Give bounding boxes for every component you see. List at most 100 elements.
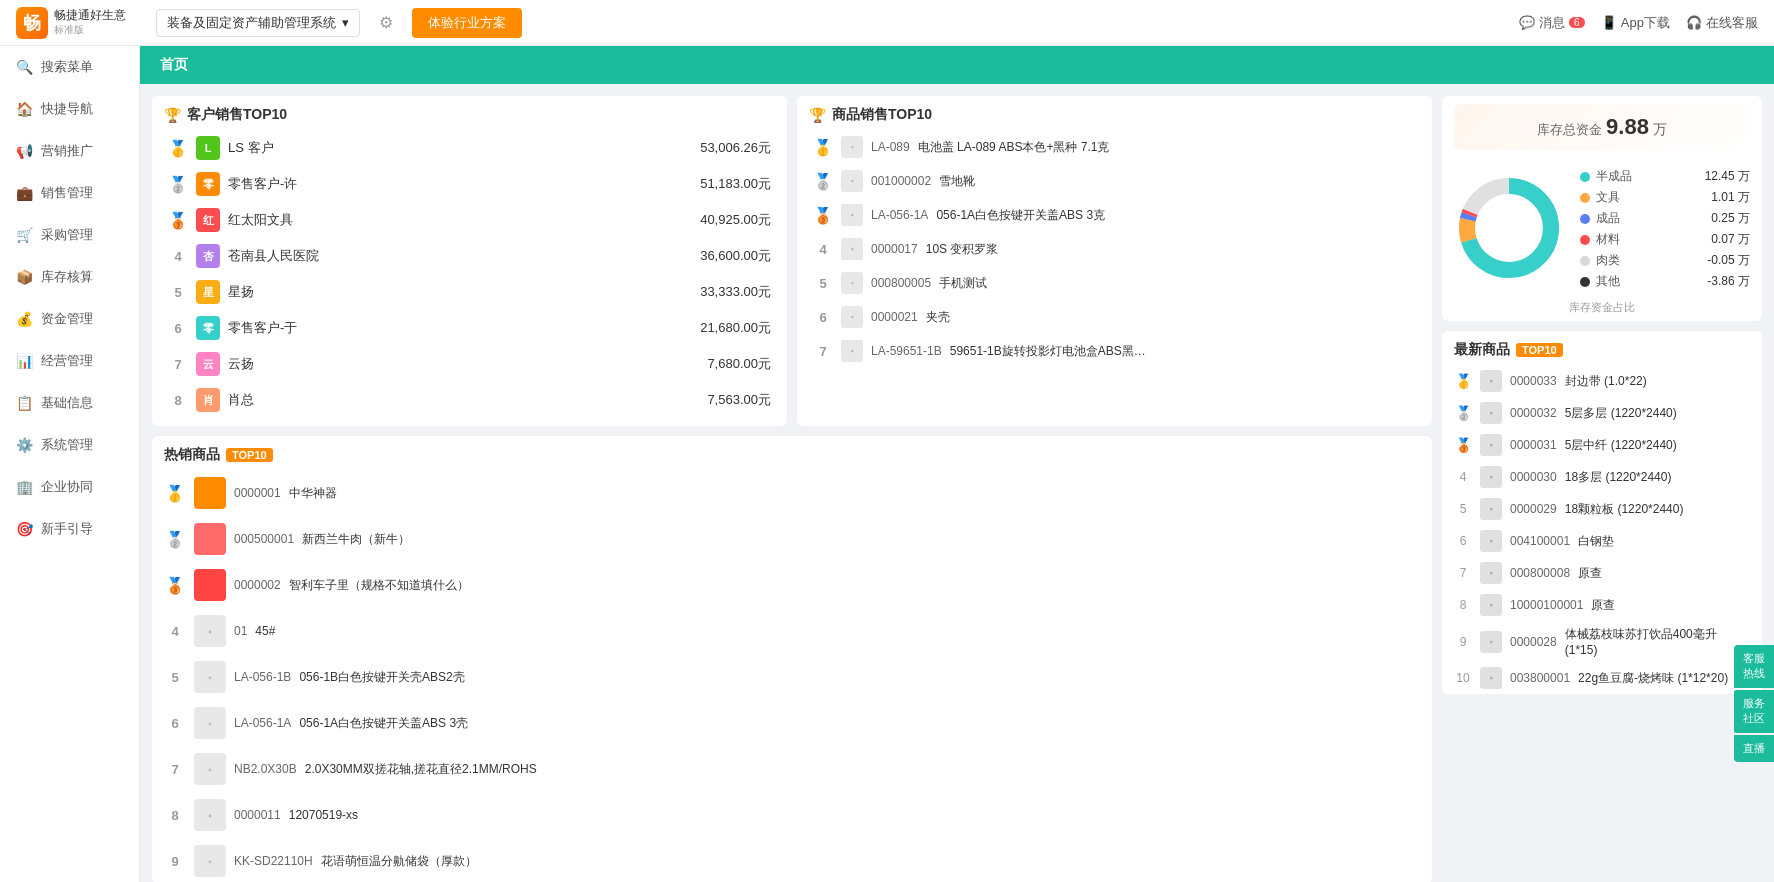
- newest-name: 5层多层 (1220*2440): [1565, 405, 1750, 422]
- newest-img-placeholder: ▪: [1480, 370, 1502, 392]
- rank-customer-name: 星扬: [228, 283, 692, 301]
- float-btn-service[interactable]: 客服热线: [1734, 645, 1774, 688]
- sidebar-item-system[interactable]: ⚙️ 系统管理: [0, 424, 139, 466]
- message-btn[interactable]: 💬 消息 6: [1519, 14, 1585, 32]
- legend-name: 文具: [1596, 189, 1705, 206]
- newest-rank-num: 4: [1454, 470, 1472, 484]
- search-icon: 🔍: [16, 59, 33, 75]
- newest-name: 原查: [1578, 565, 1750, 582]
- sidebar-item-sales[interactable]: 💼 销售管理: [0, 172, 139, 214]
- rank-customer-name: 零售客户-于: [228, 319, 692, 337]
- product-sales-rank-card: 🏆 商品销售TOP10 🥇 ▪ LA-089 电池盖 LA-089 ABS本色+…: [797, 96, 1432, 426]
- newest-name: 白钢垫: [1578, 533, 1750, 550]
- rank-num: 4: [168, 249, 188, 264]
- hot-prod-img: [194, 569, 226, 601]
- sidebar-item-marketing[interactable]: 📢 营销推广: [0, 130, 139, 172]
- newest-product-item: 4 ▪ 0000030 18多层 (1220*2440): [1442, 461, 1762, 493]
- sidebar-label-base: 基础信息: [41, 394, 93, 412]
- float-btn-community[interactable]: 服务社区: [1734, 690, 1774, 733]
- product-sales-rank-item: 7 ▪ LA-59651-1B 59651-1B旋转投影灯电池盒ABS黑色+58…: [805, 334, 1424, 368]
- inventory-label: 库存总资金: [1537, 122, 1602, 137]
- top-header: 畅 畅捷通好生意 标准版 装备及固定资产辅助管理系统 ▾ ⚙ 体验行业方案 💬 …: [0, 0, 1774, 46]
- message-label: 消息: [1539, 14, 1565, 32]
- newest-name: 封边带 (1.0*22): [1565, 373, 1750, 390]
- sidebar-item-finance[interactable]: 💰 资金管理: [0, 298, 139, 340]
- hot-prod-img: [194, 477, 226, 509]
- newest-rank-num: 9: [1454, 635, 1472, 649]
- newest-rank-num: 10: [1454, 671, 1472, 685]
- legend-color-dot: [1580, 277, 1590, 287]
- sidebar-item-inventory[interactable]: 📦 库存核算: [0, 256, 139, 298]
- chart-subtitle: 库存资金占比: [1442, 300, 1762, 321]
- newest-name: 原查: [1591, 597, 1750, 614]
- newest-code: 10000100001: [1510, 598, 1583, 612]
- message-icon: 💬: [1519, 15, 1535, 30]
- hot-prod-name: 2.0X30MM双搓花轴,搓花直径2.1MM/ROHS: [305, 761, 1420, 778]
- newest-code: 0000031: [1510, 438, 1557, 452]
- sidebar-item-operation[interactable]: 📊 经营管理: [0, 340, 139, 382]
- product-sales-rank-list: 🥇 ▪ LA-089 电池盖 LA-089 ABS本色+黑种 7.1克 🥈 ▪ …: [797, 130, 1432, 376]
- right-panel: 库存总资金 9.88 万: [1442, 96, 1762, 882]
- logo-brand: 畅捷通好生意: [54, 8, 126, 24]
- hot-prod-name: 智利车子里（规格不知道填什么）: [289, 577, 1420, 594]
- newest-product-item: 🥉 ▪ 0000031 5层中纤 (1220*2440): [1442, 429, 1762, 461]
- settings-icon[interactable]: ⚙: [372, 9, 400, 37]
- sidebar-item-purchase[interactable]: 🛒 采购管理: [0, 214, 139, 256]
- product-name: 雪地靴: [939, 173, 1139, 190]
- product-name: 056-1A白色按键开关盖ABS 3克: [936, 207, 1136, 224]
- sidebar-item-enterprise[interactable]: 🏢 企业协同: [0, 466, 139, 508]
- newest-name: 22g鱼豆腐-烧烤味 (1*12*20): [1578, 670, 1750, 687]
- chart-legend: 半成品 12.45 万 文具 1.01 万 成品 0.25 万 材料 0.07 …: [1580, 166, 1750, 292]
- service-icon: 🎧: [1686, 15, 1702, 30]
- system-selector[interactable]: 装备及固定资产辅助管理系统 ▾: [156, 9, 360, 37]
- newest-img-placeholder: ▪: [1480, 466, 1502, 488]
- customer-rank-item: 🥇 L LS 客户 53,006.26元: [160, 130, 779, 166]
- rank-avatar: 零: [196, 316, 220, 340]
- inventory-unit: 万: [1653, 121, 1667, 137]
- base-icon: 📋: [16, 395, 33, 411]
- product-name: 59651-1B旋转投影灯电池盒ABS黑色+58克: [950, 343, 1150, 360]
- rank-customer-value: 53,006.26元: [700, 139, 771, 157]
- sidebar-item-guide[interactable]: 🎯 新手引导: [0, 508, 139, 550]
- newest-img-placeholder: ▪: [1480, 530, 1502, 552]
- trophy-icon: 🏆: [164, 107, 181, 123]
- legend-name: 其他: [1596, 273, 1701, 290]
- newest-code: 0000032: [1510, 406, 1557, 420]
- product-img-placeholder: ▪: [841, 238, 863, 260]
- hot-prod-code: 0000002: [234, 578, 281, 592]
- sidebar-item-search[interactable]: 🔍 搜索菜单: [0, 46, 139, 88]
- hot-product-item: 8 ▪ 0000011 12070519-xs: [152, 792, 1432, 838]
- hot-products-card: 热销商品 TOP10 🥇 0000001 中华神器 🥈 000500001 新西…: [152, 436, 1432, 882]
- home-icon: 🏠: [16, 101, 33, 117]
- newest-rank-num: 8: [1454, 598, 1472, 612]
- app-download-btn[interactable]: 📱 App下载: [1601, 14, 1670, 32]
- legend-value: 0.07 万: [1711, 231, 1750, 248]
- rank-num: 8: [168, 393, 188, 408]
- hot-prod-img-placeholder: ▪: [194, 707, 226, 739]
- float-btn-live[interactable]: 直播: [1734, 735, 1774, 762]
- rank-customer-name: 红太阳文具: [228, 211, 692, 229]
- legend-item: 材料 0.07 万: [1580, 229, 1750, 250]
- rank-avatar: 星: [196, 280, 220, 304]
- left-panel: 🏆 客户销售TOP10 🥇 L LS 客户 53,006.26元 🥈 零 零售客…: [152, 96, 1432, 882]
- legend-item: 半成品 12.45 万: [1580, 166, 1750, 187]
- rank-avatar: L: [196, 136, 220, 160]
- trial-button[interactable]: 体验行业方案: [412, 8, 522, 38]
- purchase-icon: 🛒: [16, 227, 33, 243]
- finance-icon: 💰: [16, 311, 33, 327]
- legend-value: 0.25 万: [1711, 210, 1750, 227]
- newest-name: 18多层 (1220*2440): [1565, 469, 1750, 486]
- sidebar-label-marketing: 营销推广: [41, 142, 93, 160]
- product-name: 电池盖 LA-089 ABS本色+黑种 7.1克: [918, 139, 1118, 156]
- product-code: 001000002: [871, 174, 931, 188]
- sidebar-label-search: 搜索菜单: [41, 58, 93, 76]
- product-img-placeholder: ▪: [841, 136, 863, 158]
- newest-code: 003800001: [1510, 671, 1570, 685]
- rank-customer-name: 云扬: [228, 355, 699, 373]
- chevron-down-icon: ▾: [342, 15, 349, 30]
- online-service-btn[interactable]: 🎧 在线客服: [1686, 14, 1758, 32]
- sidebar-item-base[interactable]: 📋 基础信息: [0, 382, 139, 424]
- hot-products-list: 🥇 0000001 中华神器 🥈 000500001 新西兰牛肉（新牛） 🥉 0…: [152, 470, 1432, 882]
- logo-icon: 畅: [16, 7, 48, 39]
- sidebar-item-nav[interactable]: 🏠 快捷导航: [0, 88, 139, 130]
